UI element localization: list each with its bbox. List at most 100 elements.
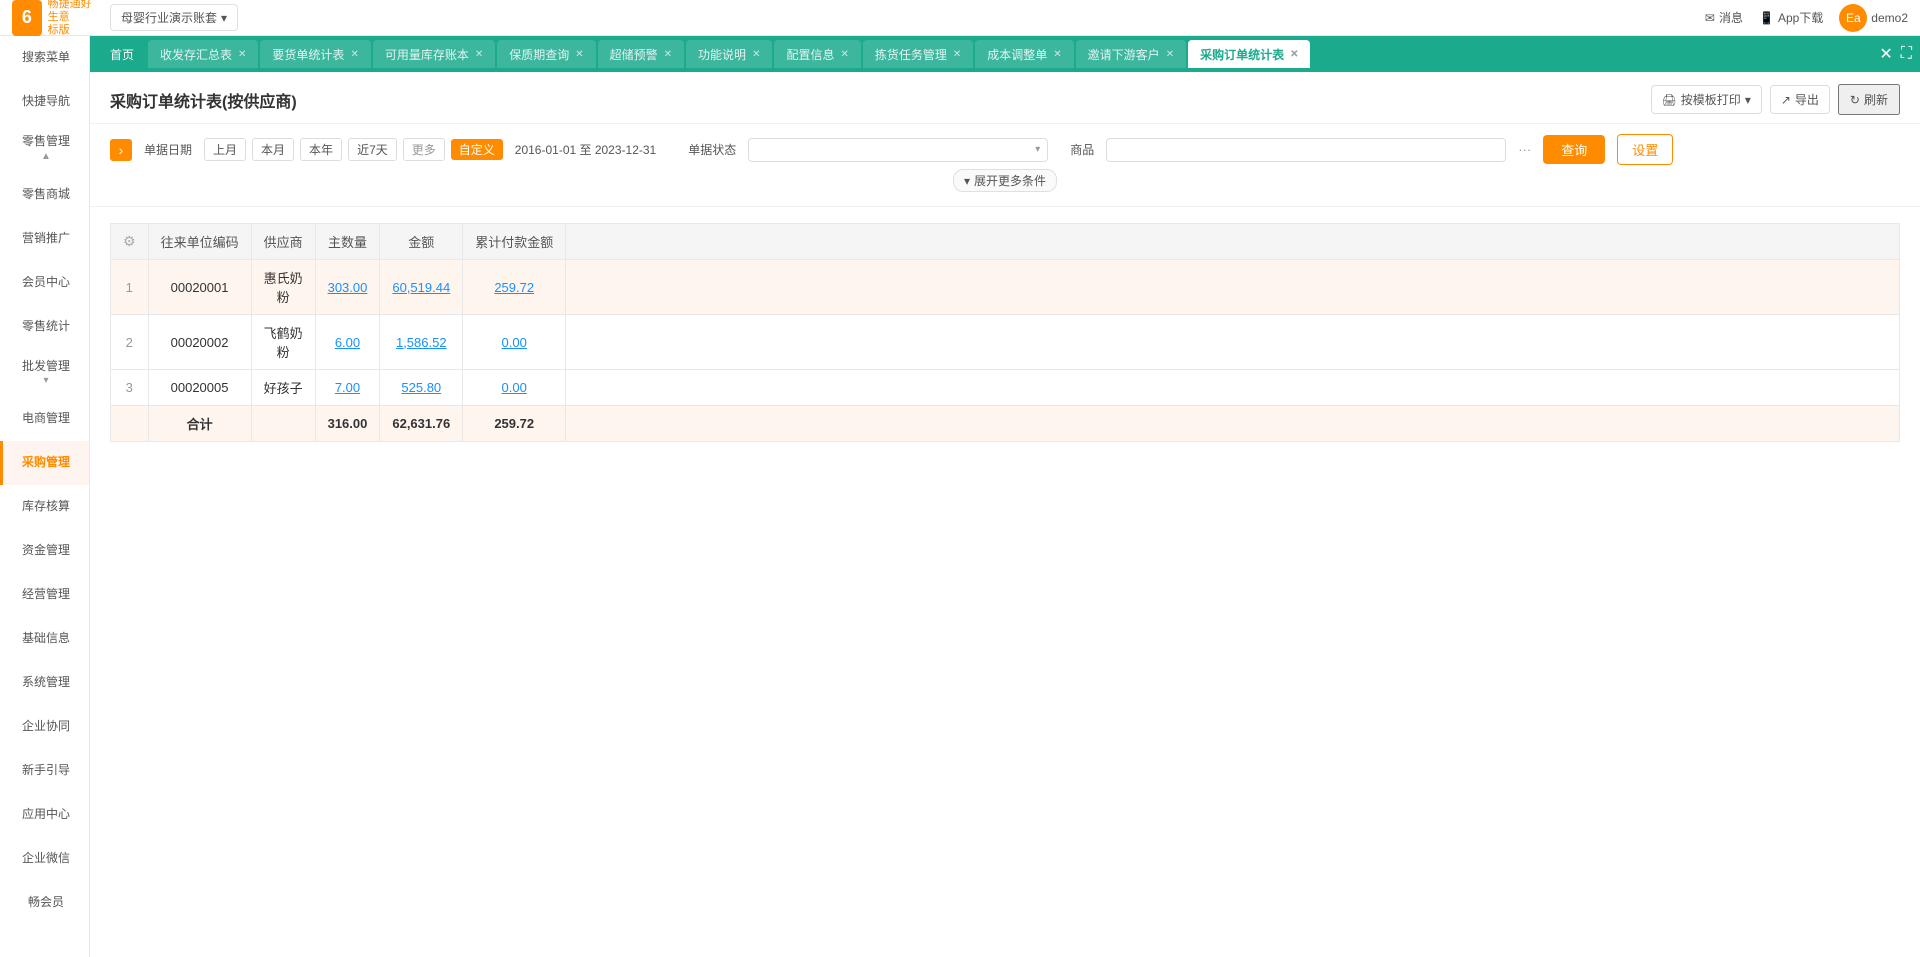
table-wrapper: ⚙ 往来单位编码 供应商 主数量 金额 累计付款金额 — [90, 207, 1920, 458]
sidebar-item-member2[interactable]: 畅会员 — [0, 881, 89, 925]
sidebar-item-retail-mall[interactable]: 零售商城 — [0, 173, 89, 217]
more-date-btn[interactable]: 更多 — [403, 138, 445, 161]
sidebar-item-retail-mgmt[interactable]: 零售管理 ▲ — [0, 124, 89, 173]
sidebar-item-wholesale[interactable]: 批发管理 ▾ — [0, 349, 89, 398]
sidebar-item-marketing[interactable]: 营销推广 — [0, 217, 89, 261]
tab-order-stats[interactable]: 要货单统计表 ✕ — [260, 40, 370, 68]
row-paid-0[interactable]: 259.72 — [463, 260, 566, 315]
sidebar-item-enterprise[interactable]: 企业协同 — [0, 705, 89, 749]
query-button[interactable]: 查询 — [1543, 135, 1605, 164]
page-content: 采购订单统计表(按供应商) 🖨 按模板打印 ▾ ↗ 导出 ↻ — [90, 72, 1920, 957]
row-supplier-0: 惠氏奶粉 — [251, 260, 315, 315]
sidebar-item-purchase[interactable]: 采购管理 — [0, 441, 89, 485]
tab-picking-task[interactable]: 拣货任务管理 ✕ — [863, 40, 973, 68]
col-paid-header: 累计付款金额 — [463, 224, 566, 260]
tab-purchase-order-stats[interactable]: 采购订单统计表 ✕ — [1188, 40, 1310, 68]
content-area: 首页 收发存汇总表 ✕ 要货单统计表 ✕ 可用量库存账本 ✕ 保质期查询 ✕ — [90, 36, 1920, 957]
tab-close-icon[interactable]: ✕ — [350, 49, 358, 60]
app-download-btn[interactable]: 📱 App下载 — [1759, 9, 1823, 26]
tab-config[interactable]: 配置信息 ✕ — [774, 40, 860, 68]
table-row: 2 00020002 飞鹤奶粉 6.00 1,586.52 0.00 — [111, 315, 1900, 370]
footer-label: 合计 — [148, 406, 251, 442]
tab-close-active-icon[interactable]: ✕ — [1290, 49, 1298, 60]
export-icon: ↗ — [1781, 93, 1791, 107]
last-month-btn[interactable]: 上月 — [204, 138, 246, 161]
tab-overstock-warning[interactable]: 超储预警 ✕ — [598, 40, 684, 68]
filter-area: › 单据日期 上月 本月 本年 近7天 更多 自定义 2016-01-01 至 … — [90, 124, 1920, 207]
row-paid-1[interactable]: 0.00 — [463, 315, 566, 370]
sidebar-item-retail-stats[interactable]: 零售统计 — [0, 305, 89, 349]
tab-close-icon[interactable]: ✕ — [475, 49, 483, 60]
sidebar-item-member[interactable]: 会员中心 — [0, 261, 89, 305]
tab-home[interactable]: 首页 — [98, 40, 146, 68]
footer-amount: 62,631.76 — [380, 406, 463, 442]
goods-input[interactable] — [1106, 138, 1506, 162]
workspace-selector[interactable]: 母婴行业演示账套 ▾ — [110, 4, 238, 31]
print-button[interactable]: 🖨 按模板打印 ▾ — [1651, 85, 1762, 114]
refresh-icon: ↻ — [1850, 93, 1860, 107]
sidebar-item-system[interactable]: 系统管理 — [0, 661, 89, 705]
tab-invite-downstream[interactable]: 邀请下游客户 ✕ — [1076, 40, 1186, 68]
tab-close-icon[interactable]: ✕ — [1166, 49, 1174, 60]
tab-close-icon[interactable]: ✕ — [752, 49, 760, 60]
refresh-button[interactable]: ↻ 刷新 — [1838, 84, 1900, 115]
tab-cost-adjust[interactable]: 成本调整单 ✕ — [975, 40, 1073, 68]
row-paid-2[interactable]: 0.00 — [463, 370, 566, 406]
7days-btn[interactable]: 近7天 — [348, 138, 397, 161]
tab-function-desc[interactable]: 功能说明 ✕ — [686, 40, 772, 68]
filter-toggle-btn[interactable]: › — [110, 139, 132, 161]
tab-close-icon[interactable]: ✕ — [840, 49, 848, 60]
tab-available-inventory[interactable]: 可用量库存账本 ✕ — [373, 40, 495, 68]
row-amount-0[interactable]: 60,519.44 — [380, 260, 463, 315]
sidebar-item-quicknav[interactable]: 快捷导航 — [0, 80, 89, 124]
sidebar-item-finance[interactable]: 资金管理 — [0, 529, 89, 573]
row-quantity-1[interactable]: 6.00 — [315, 315, 380, 370]
sidebar-item-appstore[interactable]: 应用中心 — [0, 793, 89, 837]
status-select[interactable] — [748, 138, 1048, 162]
settings-button[interactable]: 设置 — [1617, 134, 1673, 165]
tab-close-icon[interactable]: ✕ — [664, 49, 672, 60]
sidebar-item-operations[interactable]: 经营管理 — [0, 573, 89, 617]
close-window-icon[interactable]: ✕ — [1879, 44, 1892, 64]
footer-paid: 259.72 — [463, 406, 566, 442]
table-header-row: ⚙ 往来单位编码 供应商 主数量 金额 累计付款金额 — [111, 224, 1900, 260]
export-button[interactable]: ↗ 导出 — [1770, 85, 1830, 114]
tab-close-icon[interactable]: ✕ — [1053, 49, 1061, 60]
user-profile[interactable]: Ea demo2 — [1839, 4, 1908, 32]
maximize-icon[interactable]: ⛶ — [1901, 45, 1912, 63]
status-filter-label: 单据状态 — [688, 141, 736, 158]
sidebar-item-ecommerce[interactable]: 电商管理 — [0, 397, 89, 441]
row-quantity-0[interactable]: 303.00 — [315, 260, 380, 315]
tab-expiry-query[interactable]: 保质期查询 ✕ — [497, 40, 595, 68]
table-footer-row: 合计 316.00 62,631.76 259.72 — [111, 406, 1900, 442]
this-month-btn[interactable]: 本月 — [252, 138, 294, 161]
tab-close-icon[interactable]: ✕ — [953, 49, 961, 60]
row-amount-1[interactable]: 1,586.52 — [380, 315, 463, 370]
sidebar-item-inventory[interactable]: 库存核算 — [0, 485, 89, 529]
print-icon: 🖨 — [1662, 93, 1677, 107]
message-btn[interactable]: ✉ 消息 — [1705, 9, 1743, 26]
page-title: 采购订单统计表(按供应商) — [110, 88, 297, 112]
download-icon: 📱 — [1759, 11, 1774, 25]
this-year-btn[interactable]: 本年 — [300, 138, 342, 161]
sidebar-item-base-info[interactable]: 基础信息 — [0, 617, 89, 661]
gear-icon[interactable]: ⚙ — [123, 233, 136, 249]
date-range-display: 2016-01-01 至 2023-12-31 — [515, 141, 656, 158]
page-header: 采购订单统计表(按供应商) 🖨 按模板打印 ▾ ↗ 导出 ↻ — [90, 72, 1920, 124]
row-supplier-1: 飞鹤奶粉 — [251, 315, 315, 370]
dropdown-arrow-icon: ▾ — [1745, 93, 1751, 107]
sidebar-item-search[interactable]: 搜索菜单 — [0, 36, 89, 80]
row-extra-0 — [566, 260, 1900, 315]
data-table: ⚙ 往来单位编码 供应商 主数量 金额 累计付款金额 — [110, 223, 1900, 442]
row-extra-2 — [566, 370, 1900, 406]
sidebar-item-newguide[interactable]: 新手引导 — [0, 749, 89, 793]
tab-close-icon[interactable]: ✕ — [575, 49, 583, 60]
tab-receive-send[interactable]: 收发存汇总表 ✕ — [148, 40, 258, 68]
row-quantity-2[interactable]: 7.00 — [315, 370, 380, 406]
row-amount-2[interactable]: 525.80 — [380, 370, 463, 406]
footer-empty-2 — [251, 406, 315, 442]
sidebar-item-wechat[interactable]: 企业微信 — [0, 837, 89, 881]
tab-close-icon[interactable]: ✕ — [238, 49, 246, 60]
expand-more-btn[interactable]: ▾ 展开更多条件 — [953, 169, 1057, 192]
col-code-header: 往来单位编码 — [148, 224, 251, 260]
